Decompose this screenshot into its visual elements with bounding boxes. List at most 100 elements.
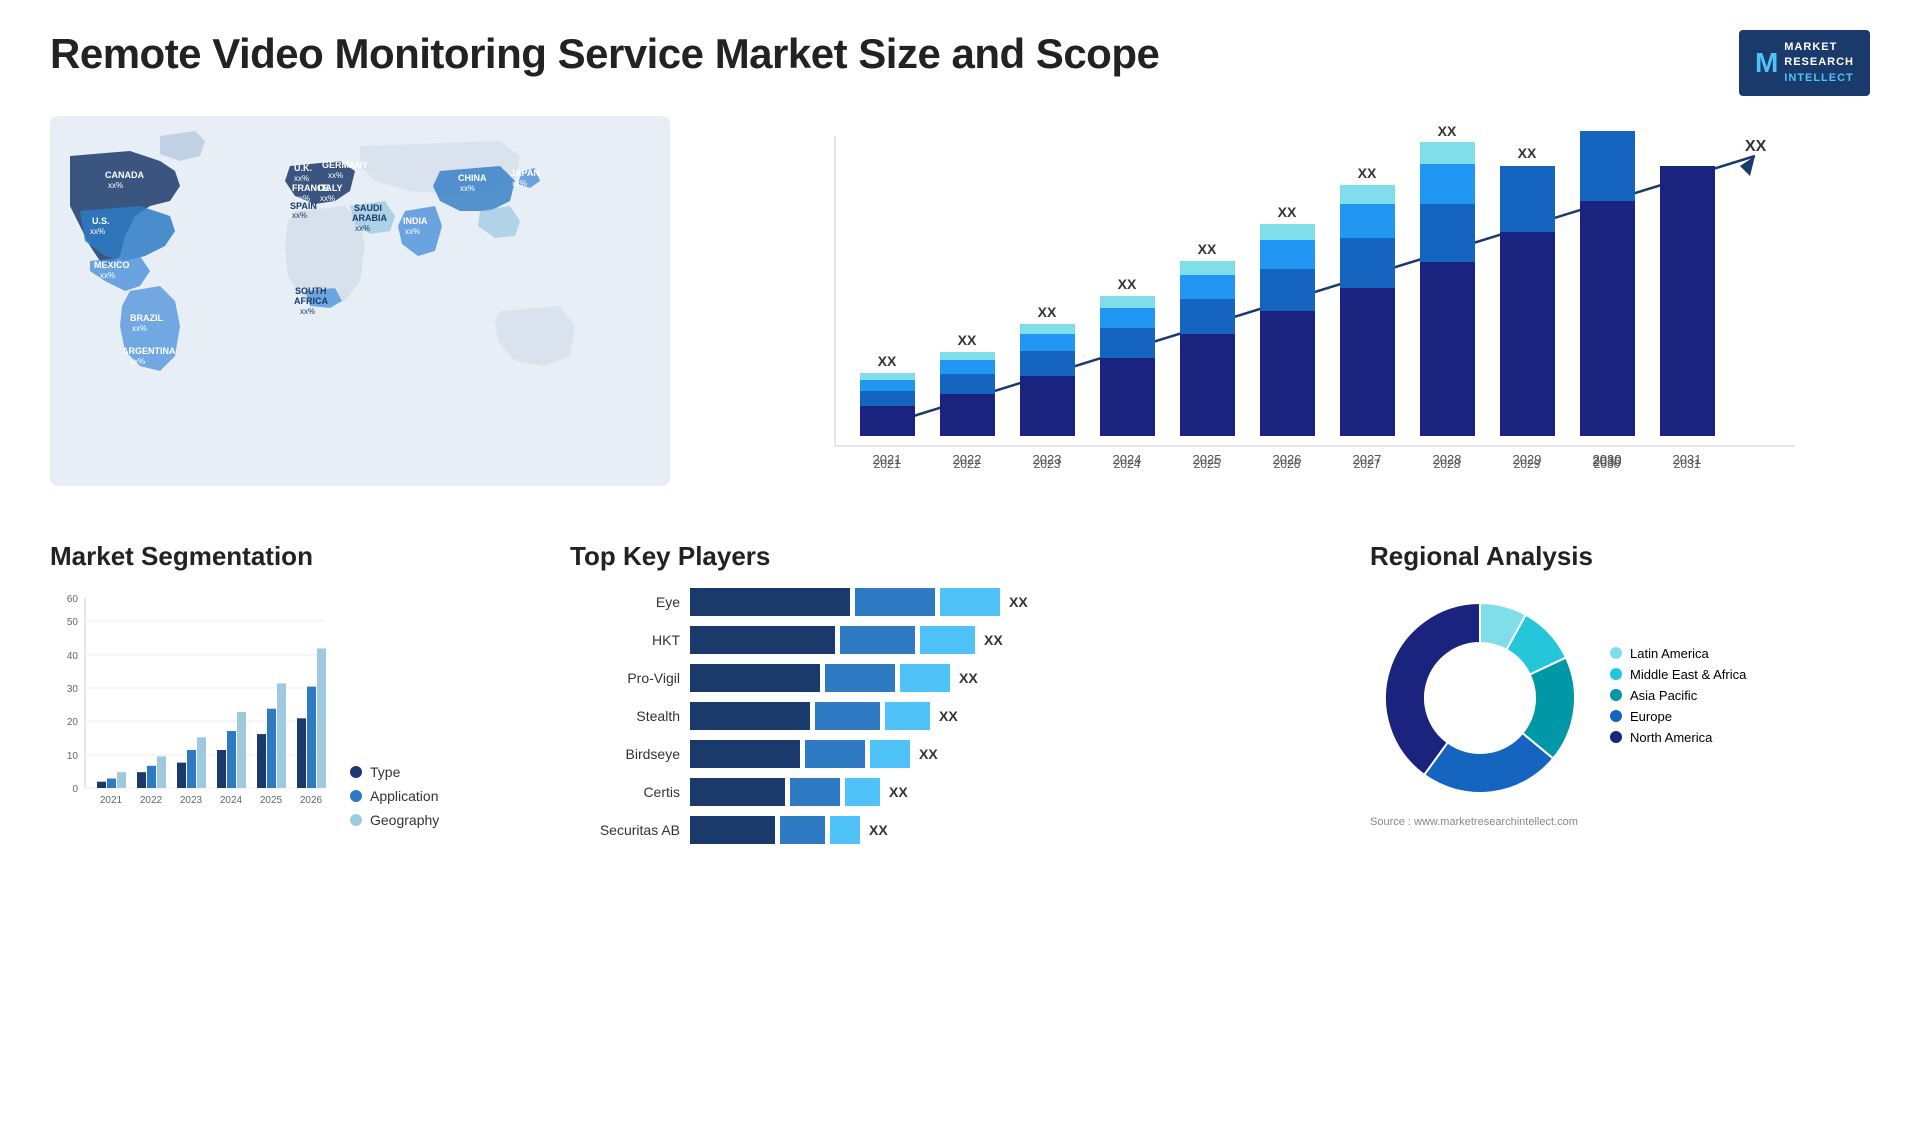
legend-geography: Geography: [350, 812, 439, 828]
regional-legend: Latin America Middle East & Africa Asia …: [1610, 646, 1770, 751]
svg-text:ARGENTINA: ARGENTINA: [122, 346, 176, 356]
svg-text:AFRICA: AFRICA: [294, 296, 328, 306]
player-name: Certis: [570, 784, 680, 800]
svg-text:XX: XX: [1278, 204, 1297, 220]
svg-text:2031: 2031: [1674, 457, 1701, 471]
player-bar-seg2: [790, 778, 840, 806]
player-bar-seg2: [815, 702, 880, 730]
world-map-svg: CANADA xx% U.S. xx% MEXICO xx% BRAZIL xx…: [50, 116, 670, 486]
player-name: Eye: [570, 594, 680, 610]
player-bar-seg1: [690, 664, 820, 692]
svg-text:40: 40: [67, 651, 79, 662]
svg-text:60: 60: [67, 594, 79, 605]
player-bar-seg1: [690, 740, 800, 768]
player-bar-seg2: [840, 626, 915, 654]
svg-text:xx%: xx%: [292, 211, 307, 220]
svg-text:xx%: xx%: [512, 179, 527, 188]
player-bar-seg2: [805, 740, 865, 768]
player-name: Birdseye: [570, 746, 680, 762]
player-bar-seg1: [690, 816, 775, 844]
regional-legend-item: Europe: [1610, 709, 1770, 724]
svg-text:2025: 2025: [1194, 457, 1221, 471]
player-bar: XX: [690, 740, 1350, 768]
legend-type: Type: [350, 764, 439, 780]
player-row: Stealth XX: [570, 702, 1350, 730]
legend-label: Europe: [1630, 709, 1672, 724]
svg-text:XX: XX: [1745, 138, 1767, 155]
svg-text:2027: 2027: [1354, 457, 1381, 471]
svg-text:xx%: xx%: [90, 227, 105, 236]
header: Remote Video Monitoring Service Market S…: [50, 30, 1870, 96]
player-bar: XX: [690, 816, 1350, 844]
player-bar: XX: [690, 702, 1350, 730]
player-bar-seg3: [900, 664, 950, 692]
svg-text:XX: XX: [958, 332, 977, 348]
player-name: Stealth: [570, 708, 680, 724]
logo-icon: M: [1755, 43, 1778, 82]
svg-text:2021: 2021: [100, 795, 123, 806]
svg-text:MEXICO: MEXICO: [94, 260, 130, 270]
legend-color-dot: [1610, 731, 1622, 743]
svg-text:30: 30: [67, 684, 79, 695]
player-bar-seg3: [920, 626, 975, 654]
svg-text:2021: 2021: [874, 457, 901, 471]
logo-line3: INTELLECT: [1784, 71, 1854, 86]
legend-color-dot: [1610, 668, 1622, 680]
logo-line2: RESEARCH: [1784, 55, 1854, 70]
svg-text:SAUDI: SAUDI: [354, 203, 382, 213]
player-value-label: XX: [869, 822, 888, 838]
svg-text:SOUTH: SOUTH: [295, 286, 327, 296]
svg-text:INDIA: INDIA: [403, 216, 428, 226]
player-bar-seg2: [855, 588, 935, 616]
player-row: Birdseye XX: [570, 740, 1350, 768]
player-name: HKT: [570, 632, 680, 648]
svg-text:xx%: xx%: [100, 271, 115, 280]
svg-text:XX: XX: [1198, 241, 1217, 257]
source-text: Source : www.marketresearchintellect.com: [1370, 816, 1870, 828]
player-bar-seg3: [870, 740, 910, 768]
segmentation-chart: 0 10 20 30 40 50 60: [50, 588, 330, 828]
legend-application-label: Application: [370, 788, 439, 804]
svg-text:2023: 2023: [180, 795, 203, 806]
player-name: Pro-Vigil: [570, 670, 680, 686]
regional-legend-item: Latin America: [1610, 646, 1770, 661]
logo-box: M MARKET RESEARCH INTELLECT: [1739, 30, 1870, 96]
svg-text:xx%: xx%: [328, 171, 343, 180]
player-bar: XX: [690, 626, 1350, 654]
segmentation-legend: Type Application Geography: [350, 764, 439, 828]
svg-text:2029: 2029: [1514, 457, 1541, 471]
svg-text:10: 10: [67, 751, 79, 762]
player-bar-seg1: [690, 778, 785, 806]
player-name: Securitas AB: [570, 822, 680, 838]
svg-text:xx%: xx%: [355, 224, 370, 233]
svg-text:2022: 2022: [954, 457, 981, 471]
svg-text:2022: 2022: [140, 795, 163, 806]
legend-geography-dot: [350, 814, 362, 826]
svg-text:20: 20: [67, 717, 79, 728]
growth-bar-chart: XX 2021 XX 2022 XX 2023: [760, 126, 1850, 506]
regional-title: Regional Analysis: [1370, 541, 1870, 572]
player-bar-seg3: [845, 778, 880, 806]
logo-line1: MARKET: [1784, 40, 1854, 55]
svg-text:CHINA: CHINA: [458, 173, 487, 183]
svg-text:2030: 2030: [1594, 457, 1621, 471]
svg-text:2023: 2023: [1034, 457, 1061, 471]
svg-text:XX: XX: [878, 353, 897, 369]
svg-text:ITALY: ITALY: [318, 183, 343, 193]
segmentation-section: Market Segmentation 0 10 20 30 40 50 60: [50, 541, 530, 854]
svg-text:xx%: xx%: [300, 307, 315, 316]
bar-chart-section: XX 2021 XX 2022 XX 2023: [720, 116, 1870, 521]
svg-text:BRAZIL: BRAZIL: [130, 313, 163, 323]
player-bar-seg2: [825, 664, 895, 692]
player-bar-seg1: [690, 588, 850, 616]
regional-donut-chart: [1370, 588, 1590, 808]
svg-text:2026: 2026: [1274, 457, 1301, 471]
legend-color-dot: [1610, 710, 1622, 722]
player-row: Pro-Vigil XX: [570, 664, 1350, 692]
legend-label: North America: [1630, 730, 1712, 745]
player-bar-seg3: [885, 702, 930, 730]
key-players-title: Top Key Players: [570, 541, 1350, 572]
player-value-label: XX: [1009, 594, 1028, 610]
legend-type-label: Type: [370, 764, 400, 780]
donut-segment: [1385, 603, 1480, 775]
